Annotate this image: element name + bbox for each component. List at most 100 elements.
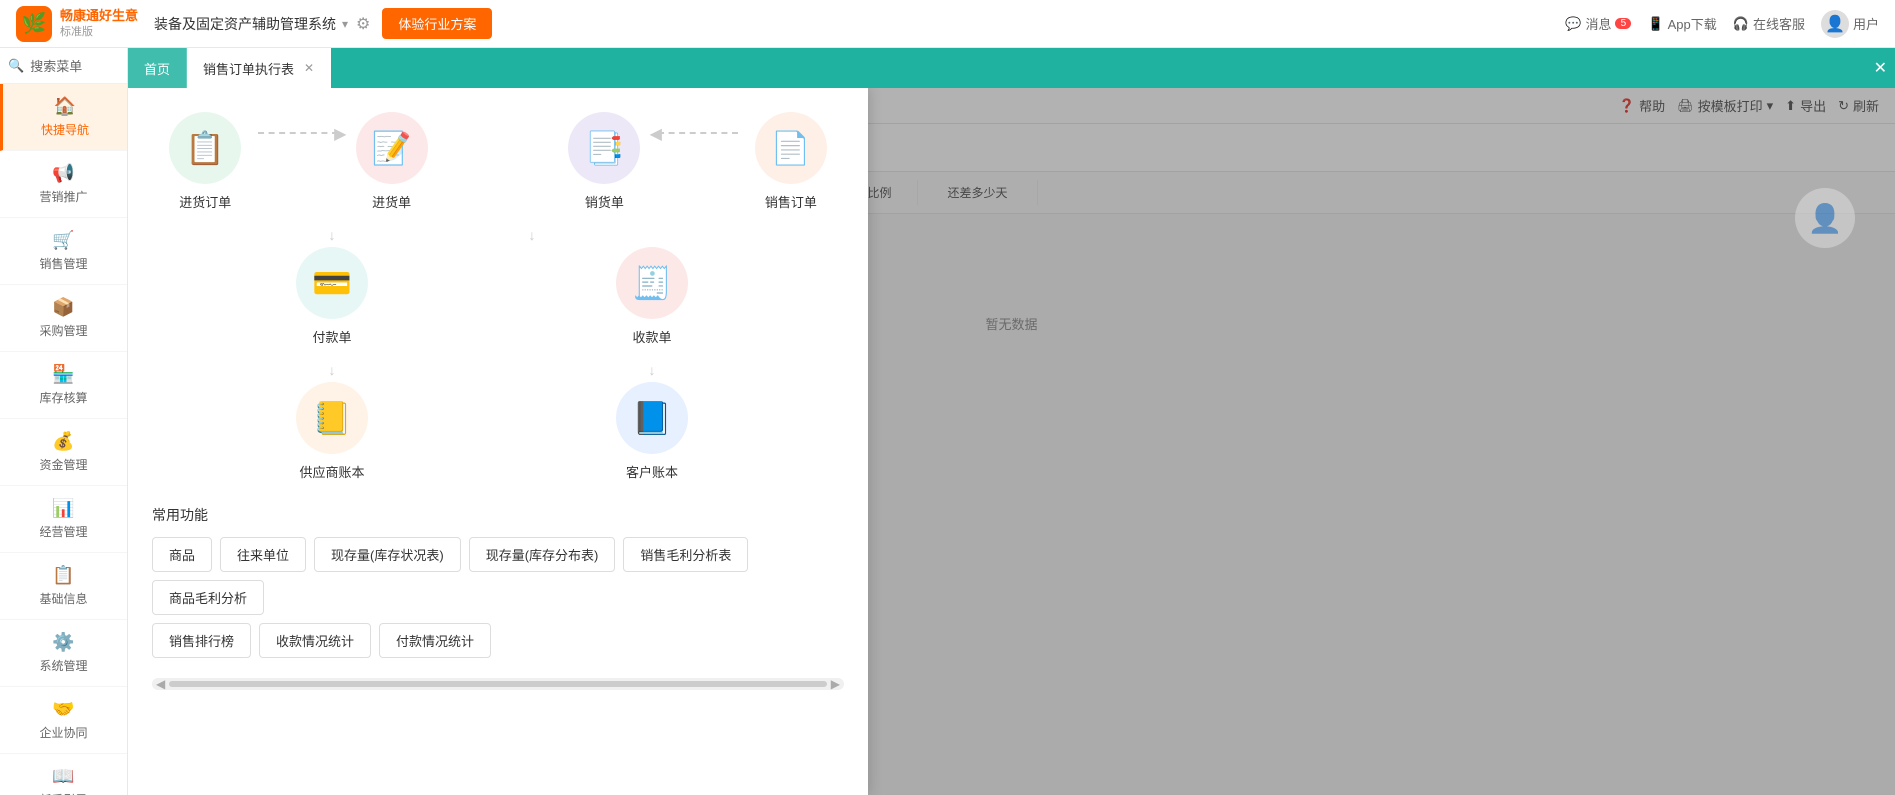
func-btn-payment-stats[interactable]: 付款情况统计 [379,623,491,658]
sales-icon: 🛒 [52,230,74,251]
top-bar: 🌿 畅康通好生意 标准版 装备及固定资产辅助管理系统 ▾ ⚙ 体验行业方案 💬 … [0,0,1895,48]
avatar: 👤 [1821,10,1849,38]
online-service-button[interactable]: 🎧 在线客服 [1733,14,1805,33]
scrollbar-track[interactable] [169,681,827,687]
message-icon: 💬 [1565,16,1581,32]
purchase-bill-label: 进货单 [372,192,411,211]
purchase-icon: 📦 [52,297,74,318]
func-btn-sales-margin[interactable]: 销售毛利分析表 [623,537,748,572]
sidebar-item-basic-info[interactable]: 📋 基础信息 [0,553,127,620]
arrow-down-2: ↓ [472,227,592,243]
customer-account-label: 客户账本 [626,462,678,481]
try-button[interactable]: 体验行业方案 [382,8,492,39]
payment-circle: 💳 [296,247,368,319]
guide-label: 新手引导 [39,791,87,795]
modal-dialog: 📋 进货订单 ▶ [128,88,868,795]
sidebar: 🔍 搜索菜单 🏠 快捷导航 📢 营销推广 🛒 销售管理 📦 采购管理 🏪 [0,48,128,795]
sidebar-item-finance[interactable]: 💰 资金管理 [0,419,127,486]
flow-item-customer-account[interactable]: 📘 客户账本 [592,382,712,481]
sidebar-item-guide[interactable]: 📖 新手引导 [0,754,127,795]
sidebar-item-inventory[interactable]: 🏪 库存核算 [0,352,127,419]
enterprise-label: 企业协同 [39,724,87,741]
tab-sales-order-exec[interactable]: 销售订单执行表 ✕ [187,48,331,88]
app-download-button[interactable]: 📱 App下载 [1647,14,1716,33]
flow-item-purchase-bill[interactable]: 📝 进货单 [338,112,444,211]
sales-bill-icon: 📑 [585,129,625,167]
user-area[interactable]: 👤 用户 [1821,10,1879,38]
func-btn-product-margin[interactable]: 商品毛利分析 [152,580,264,615]
func-btn-sales-rank[interactable]: 销售排行榜 [152,623,251,658]
sales-bill-label: 销货单 [585,192,624,211]
operations-label: 经营管理 [39,523,87,540]
sidebar-search[interactable]: 🔍 搜索菜单 [0,48,127,84]
purchase-order-icon: 📋 [185,129,225,167]
flow-item-sales-bill[interactable]: 📑 销货单 [551,112,657,211]
func-btn-stock-status[interactable]: 现存量(库存状况表) [314,537,461,572]
common-functions-title: 常用功能 [152,505,844,525]
func-btn-product[interactable]: 商品 [152,537,212,572]
spacer5 [152,362,272,378]
flow-item-purchase-order[interactable]: 📋 进货订单 [152,112,258,211]
operations-icon: 📊 [52,498,74,519]
download-icon: 📱 [1647,16,1663,32]
system-label: 系统管理 [39,657,87,674]
sidebar-item-quick-nav[interactable]: 🏠 快捷导航 [0,84,127,151]
search-label: 搜索菜单 [30,56,82,75]
receipt-label: 收款单 [632,327,671,346]
sidebar-item-system[interactable]: ⚙️ 系统管理 [0,620,127,687]
page-content: ❓ 帮助 🖨 按模板打印 ▾ ⬆ 导出 ↻ 刷新 [128,88,1895,795]
finance-icon: 💰 [52,431,74,452]
modal-overlay: 📋 进货订单 ▶ [128,88,1895,795]
sales-bill-circle: 📑 [568,112,640,184]
system-dropdown-icon[interactable]: ▾ [342,17,348,31]
payment-icon: 💳 [312,264,352,302]
func-btn-stock-dist[interactable]: 现存量(库存分布表) [469,537,616,572]
service-icon: 🎧 [1733,16,1749,32]
flow-item-payment[interactable]: 💳 付款单 [272,247,392,346]
overlay-avatar: 👤 [1795,188,1855,248]
flow-item-receipt[interactable]: 🧾 收款单 [592,247,712,346]
flow-row-1: 📋 进货订单 ▶ [152,112,844,211]
settings-icon[interactable]: ⚙ [356,14,370,34]
arrow-po-to-pb: ▶ [258,112,338,158]
message-button[interactable]: 💬 消息 5 [1565,14,1631,33]
payment-label: 付款单 [312,327,351,346]
logo-line1: 畅康通好生意 [60,8,138,25]
quick-nav-label: 快捷导航 [41,121,89,138]
purchase-label: 采购管理 [39,322,87,339]
flow-row-3: 📒 供应商账本 📘 客户账本 [152,382,844,481]
sidebar-item-purchase[interactable]: 📦 采购管理 [0,285,127,352]
marketing-icon: 📢 [52,163,74,184]
customer-account-icon: 📘 [632,399,672,437]
close-all-tabs-icon[interactable]: ✕ [1874,58,1887,78]
purchase-order-label: 进货订单 [179,192,231,211]
sidebar-item-sales[interactable]: 🛒 销售管理 [0,218,127,285]
sales-order-icon: 📄 [771,129,811,167]
func-btn-receipt-stats[interactable]: 收款情况统计 [259,623,371,658]
message-label: 消息 [1585,14,1611,33]
logo-icon: 🌿 [16,6,52,42]
func-btn-partners[interactable]: 往来单位 [220,537,306,572]
tab-close-icon[interactable]: ✕ [304,61,314,75]
supplier-account-label: 供应商账本 [299,462,364,481]
app-download-label: App下载 [1668,14,1717,33]
scroll-left-arrow[interactable]: ◀ [156,677,165,691]
modal-content: 📋 进货订单 ▶ [128,88,868,714]
sidebar-item-enterprise[interactable]: 🤝 企业协同 [0,687,127,754]
overlay-avatar-icon: 👤 [1808,202,1843,235]
scroll-right-arrow[interactable]: ▶ [831,677,840,691]
sidebar-item-operations[interactable]: 📊 经营管理 [0,486,127,553]
enterprise-icon: 🤝 [52,699,74,720]
spacer1 [152,227,272,243]
flow-item-sales-order[interactable]: 📄 销售订单 [738,112,844,211]
func-buttons-row2: 销售排行榜 收款情况统计 付款情况统计 [152,623,844,658]
logo-text: 畅康通好生意 标准版 [60,8,138,39]
sales-order-label: 销售订单 [765,192,817,211]
flow-row-arrows: ↓ ↓ [152,227,844,243]
sidebar-item-marketing[interactable]: 📢 营销推广 [0,151,127,218]
tab-home[interactable]: 首页 [128,48,187,88]
flow-item-supplier-account[interactable]: 📒 供应商账本 [272,382,392,481]
modal-scrollbar[interactable]: ◀ ▶ [152,678,844,690]
receipt-icon: 🧾 [632,264,672,302]
arrow-so-to-sb: ◀ [658,112,738,158]
